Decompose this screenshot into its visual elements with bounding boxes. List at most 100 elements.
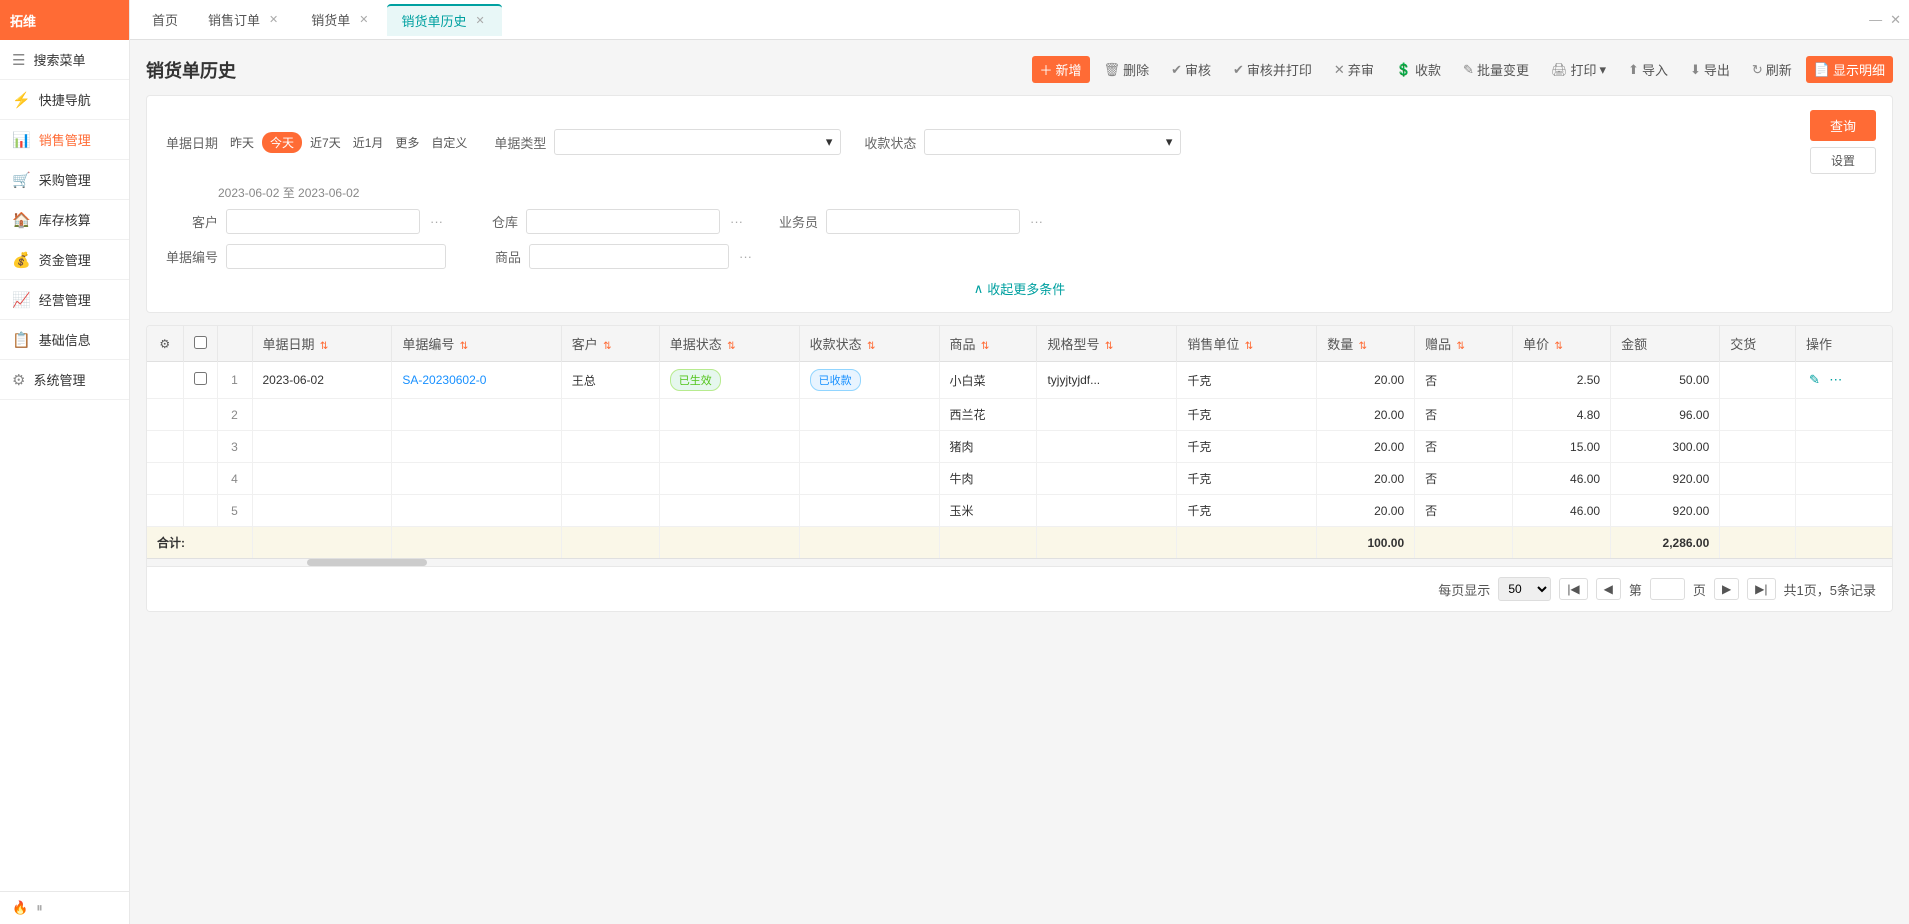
delete-button[interactable]: 🗑 删除 [1096, 56, 1158, 83]
td-gift-5: 否 [1415, 495, 1513, 527]
query-button[interactable]: 查询 [1810, 110, 1876, 141]
shortcut-1month[interactable]: 近1月 [349, 132, 388, 153]
th-unit[interactable]: 销售单位 ⇅ [1177, 326, 1317, 362]
select-all-checkbox[interactable] [194, 336, 207, 349]
goods-dots[interactable]: ··· [739, 249, 752, 264]
th-gift[interactable]: 赠品 ⇅ [1415, 326, 1513, 362]
collapse-button[interactable]: ∧ 收起更多条件 [163, 279, 1876, 298]
th-unit-label: 销售单位 [1187, 337, 1239, 352]
shortcut-custom[interactable]: 自定义 [427, 132, 471, 153]
tab-sales-delivery-close[interactable]: ✕ [356, 12, 371, 27]
import-label: 导入 [1642, 60, 1668, 79]
goods-input[interactable] [529, 244, 729, 269]
td-gift-1: 否 [1415, 362, 1513, 399]
fire-icon[interactable]: 🔥 [12, 900, 28, 916]
td-collect-status-1: 已收款 [799, 362, 939, 399]
show-detail-button[interactable]: 📄 显示明细 [1806, 56, 1893, 83]
review-print-button[interactable]: ✔ 审核并打印 [1225, 56, 1320, 83]
tab-sales-history[interactable]: 销货单历史 ✕ [387, 4, 501, 36]
td-total-label: 合计: [147, 527, 252, 559]
doc-no-input[interactable] [226, 244, 446, 269]
first-page-btn[interactable]: |◀ [1559, 578, 1587, 600]
th-gift-label: 赠品 [1425, 337, 1451, 352]
batch-change-button[interactable]: ✎ 批量变更 [1455, 56, 1537, 83]
print-button[interactable]: 🖨 打印 ▾ [1543, 56, 1614, 83]
abandon-icon: ✕ [1334, 62, 1345, 78]
pause-icon[interactable]: ⏸ [36, 900, 43, 916]
collect-button[interactable]: 💲 收款 [1388, 56, 1449, 83]
warehouse-dots[interactable]: ··· [730, 214, 743, 229]
th-delivery: 交货 [1720, 326, 1796, 362]
sidebar-item-capital-mgmt[interactable]: 💰 资金管理 [0, 240, 129, 280]
scroll-bar-thumb[interactable] [307, 559, 427, 566]
tab-sales-order[interactable]: 销售订单 ✕ [194, 4, 295, 36]
sidebar-item-basic-info[interactable]: 📋 基础信息 [0, 320, 129, 360]
more-btn-1[interactable]: ⋯ [1826, 372, 1845, 387]
tab-sales-order-close[interactable]: ✕ [266, 12, 281, 27]
th-spec[interactable]: 规格型号 ⇅ [1037, 326, 1177, 362]
th-doc-date[interactable]: 单据日期 ⇅ [252, 326, 392, 362]
next-page-btn[interactable]: ▶ [1714, 578, 1739, 600]
customer-sort-icon: ⇅ [603, 341, 611, 352]
td-collect-status-3 [799, 431, 939, 463]
sidebar-item-inventory-calc[interactable]: 🏠 库存核算 [0, 200, 129, 240]
shortcut-more[interactable]: 更多 [391, 132, 423, 153]
tab-sales-history-close[interactable]: ✕ [473, 13, 488, 28]
sidebar-item-quick-nav[interactable]: ⚡ 快捷导航 [0, 80, 129, 120]
customer-dots[interactable]: ··· [430, 214, 443, 229]
doc-type-select[interactable]: ▾ [554, 129, 841, 155]
page-content: 销货单历史 ＋ 新增 🗑 删除 ✔ 审核 ✔ 审核并打印 [130, 40, 1909, 924]
td-unit-3: 千克 [1177, 431, 1317, 463]
shortcut-7days[interactable]: 近7天 [306, 132, 345, 153]
shortcut-today[interactable]: 今天 [262, 132, 302, 153]
shortcut-yesterday[interactable]: 昨天 [226, 132, 258, 153]
td-doc-no-1[interactable]: SA-20230602-0 [392, 362, 561, 399]
customer-input[interactable] [226, 209, 420, 234]
abandon-button[interactable]: ✕ 弃审 [1326, 56, 1382, 83]
warehouse-input[interactable] [526, 209, 720, 234]
sidebar-item-purchase-mgmt[interactable]: 🛒 采购管理 [0, 160, 129, 200]
th-customer[interactable]: 客户 ⇅ [561, 326, 659, 362]
td-delivery-2 [1720, 399, 1796, 431]
td-total-pad-6 [939, 527, 1037, 559]
th-goods[interactable]: 商品 ⇅ [939, 326, 1037, 362]
review-button[interactable]: ✔ 审核 [1163, 56, 1219, 83]
staff-dots[interactable]: ··· [1030, 214, 1043, 229]
export-button[interactable]: ⬇ 导出 [1682, 56, 1738, 83]
refresh-button[interactable]: ↻ 刷新 [1744, 56, 1800, 83]
th-price[interactable]: 单价 ⇅ [1513, 326, 1611, 362]
th-qty[interactable]: 数量 ⇅ [1317, 326, 1415, 362]
td-action-3 [1796, 431, 1892, 463]
th-collect-status[interactable]: 收款状态 ⇅ [799, 326, 939, 362]
collect-status-select[interactable]: ▾ [924, 129, 1181, 155]
last-page-btn[interactable]: ▶| [1747, 578, 1775, 600]
new-button[interactable]: ＋ 新增 [1032, 56, 1090, 83]
import-button[interactable]: ⬆ 导入 [1620, 56, 1676, 83]
print-icon: 🖨 [1551, 62, 1568, 78]
row-1-checkbox[interactable] [194, 372, 207, 385]
sidebar-item-operations-mgmt[interactable]: 📈 经营管理 [0, 280, 129, 320]
staff-input[interactable] [826, 209, 1020, 234]
table-row: 3 猪肉 千克 20.00 否 15.00 300.00 [147, 431, 1892, 463]
td-num-5: 5 [217, 495, 252, 527]
th-doc-no[interactable]: 单据编号 ⇅ [392, 326, 561, 362]
prev-page-btn[interactable]: ◀ [1596, 578, 1621, 600]
tab-home[interactable]: 首页 [138, 4, 192, 36]
th-gear[interactable]: ⚙ [147, 326, 183, 362]
th-checkbox[interactable] [183, 326, 217, 362]
sidebar-item-sales-mgmt[interactable]: 📊 销售管理 [0, 120, 129, 160]
window-minimize-icon[interactable]: — [1869, 12, 1882, 27]
th-doc-status[interactable]: 单据状态 ⇅ [659, 326, 799, 362]
window-close-icon[interactable]: ✕ [1890, 12, 1901, 28]
settings-button[interactable]: 设置 [1810, 147, 1876, 174]
sidebar-item-search-menu[interactable]: ☰ 搜索菜单 [0, 40, 129, 80]
doc-no-label: 单据编号 [163, 247, 218, 266]
th-action: 操作 [1796, 326, 1892, 362]
sidebar-item-system-mgmt[interactable]: ⚙ 系统管理 [0, 360, 129, 400]
tab-sales-delivery[interactable]: 销货单 ✕ [297, 4, 385, 36]
per-page-select[interactable]: 50 10 20 100 [1498, 577, 1551, 601]
page-input[interactable]: 1 [1650, 578, 1685, 600]
td-goods-5: 玉米 [939, 495, 1037, 527]
td-checkbox-1[interactable] [183, 362, 217, 399]
edit-btn-1[interactable]: ✎ [1806, 372, 1823, 387]
